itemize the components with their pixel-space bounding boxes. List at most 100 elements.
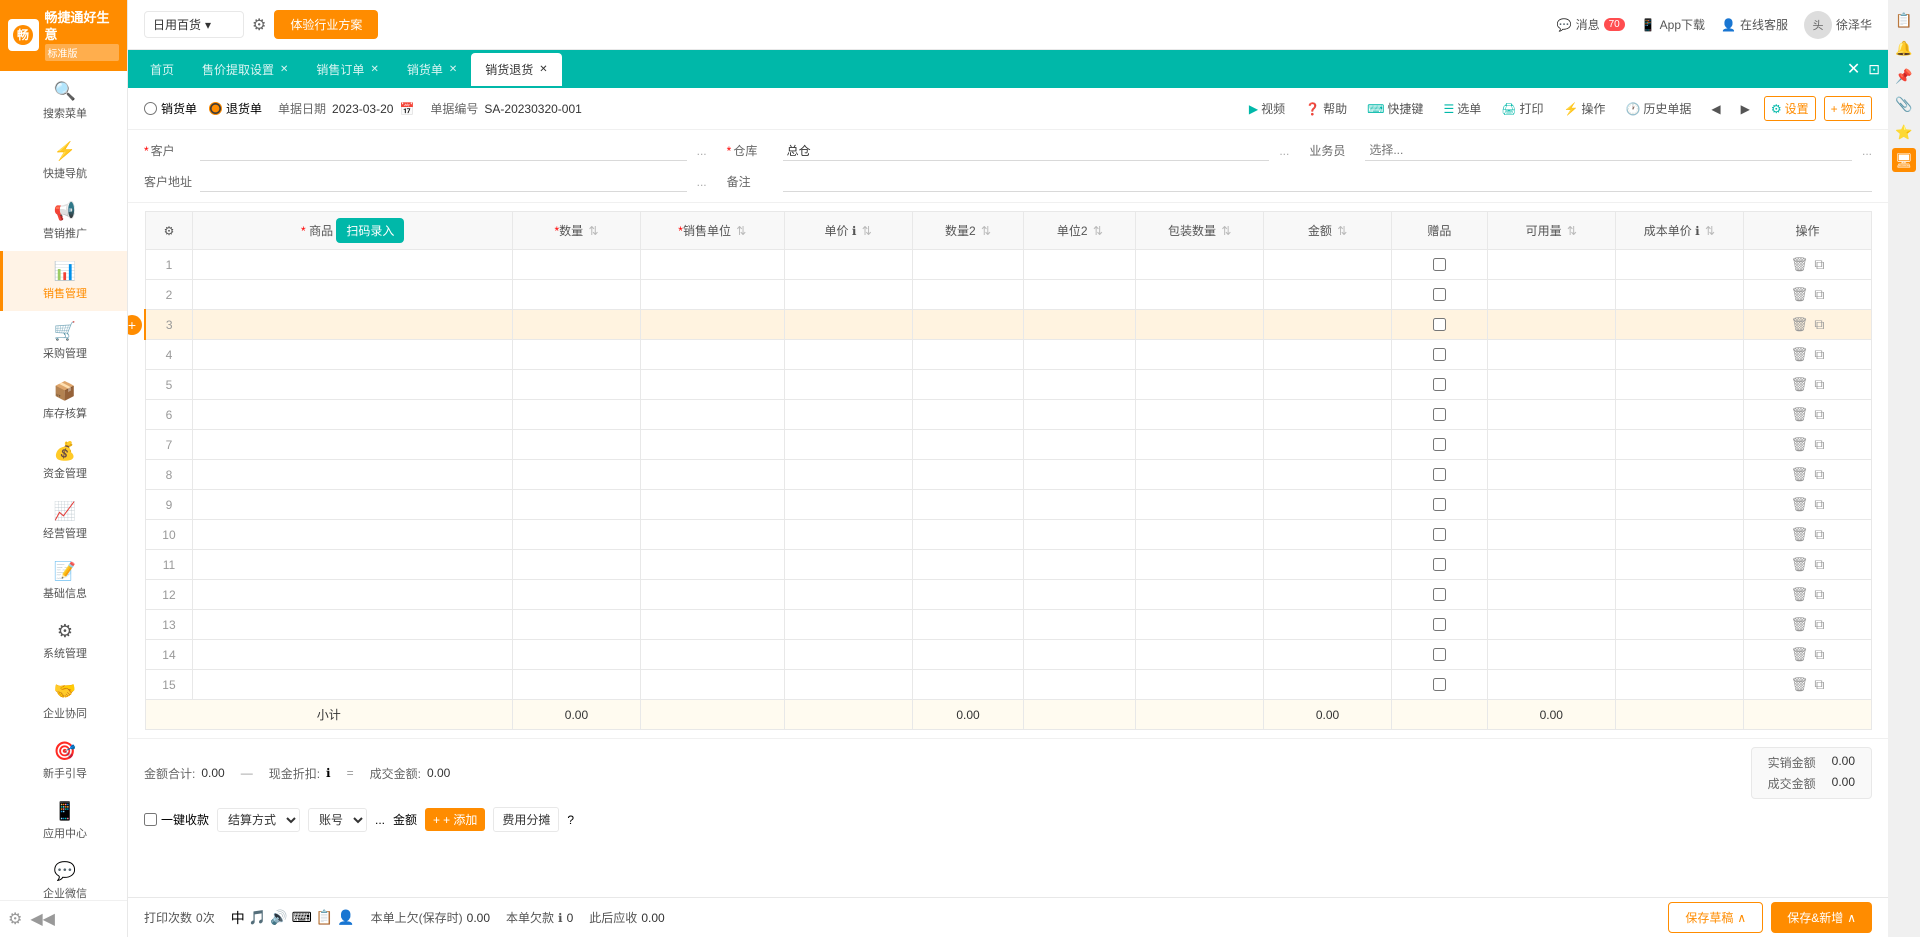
sidebar-item-inventory[interactable]: 📦 库存核算 bbox=[0, 371, 127, 431]
quantity2-cell-3[interactable] bbox=[912, 310, 1024, 340]
amount-cell-15[interactable] bbox=[1264, 670, 1392, 700]
amount-cell-7[interactable] bbox=[1264, 430, 1392, 460]
pack-qty-cell-7[interactable] bbox=[1136, 430, 1264, 460]
delete-row-icon-7[interactable]: 🗑 bbox=[1791, 436, 1809, 453]
sale-unit-cell-8[interactable] bbox=[640, 460, 784, 490]
copy-row-icon-13[interactable]: ⧉ bbox=[1814, 616, 1824, 633]
help-btn[interactable]: ❓ 帮助 bbox=[1299, 97, 1353, 120]
goods-cell-6[interactable] bbox=[193, 400, 513, 430]
right-panel-icon-2[interactable]: 🔔 bbox=[1892, 36, 1916, 60]
unit-price-cell-1[interactable] bbox=[784, 250, 912, 280]
unit2-cell-15[interactable] bbox=[1024, 670, 1136, 700]
gift-cell-2[interactable] bbox=[1391, 280, 1487, 310]
copy-row-icon-6[interactable]: ⧉ bbox=[1814, 406, 1824, 423]
unit2-cell-11[interactable] bbox=[1024, 550, 1136, 580]
quantity2-cell-13[interactable] bbox=[912, 610, 1024, 640]
available-cell-9[interactable] bbox=[1487, 490, 1615, 520]
quantity-sort-icon[interactable]: ⇅ bbox=[588, 224, 598, 238]
gift-cell-10[interactable] bbox=[1391, 520, 1487, 550]
pack-qty-cell-13[interactable] bbox=[1136, 610, 1264, 640]
gift-checkbox-1[interactable] bbox=[1433, 258, 1446, 271]
taskbar-icon-2[interactable]: 🎵 bbox=[249, 909, 266, 926]
scan-barcode-button[interactable]: 扫码录入 bbox=[336, 218, 404, 243]
delete-row-icon-15[interactable]: 🗑 bbox=[1791, 676, 1809, 693]
quantity2-cell-11[interactable] bbox=[912, 550, 1024, 580]
copy-row-icon-10[interactable]: ⧉ bbox=[1814, 526, 1824, 543]
quantity2-cell-8[interactable] bbox=[912, 460, 1024, 490]
sidebar-item-basic[interactable]: 📝 基础信息 bbox=[0, 551, 127, 611]
warehouse-input[interactable] bbox=[783, 140, 1270, 161]
gift-checkbox-10[interactable] bbox=[1433, 528, 1446, 541]
user-profile-item[interactable]: 头 徐泽华 bbox=[1804, 11, 1872, 39]
copy-row-icon-9[interactable]: ⧉ bbox=[1814, 496, 1824, 513]
gift-checkbox-14[interactable] bbox=[1433, 648, 1446, 661]
pack-qty-cell-10[interactable] bbox=[1136, 520, 1264, 550]
gift-checkbox-4[interactable] bbox=[1433, 348, 1446, 361]
quantity2-cell-9[interactable] bbox=[912, 490, 1024, 520]
unit-price-cell-2[interactable] bbox=[784, 280, 912, 310]
tab-price-settings[interactable]: 售价提取设置 ✕ bbox=[188, 53, 302, 86]
addr-ellipsis[interactable]: ... bbox=[697, 175, 707, 189]
amount-cell-6[interactable] bbox=[1264, 400, 1392, 430]
sale-unit-cell-4[interactable] bbox=[640, 340, 784, 370]
col-settings[interactable]: ⚙ bbox=[145, 212, 193, 250]
gift-cell-8[interactable] bbox=[1391, 460, 1487, 490]
amount-cell-10[interactable] bbox=[1264, 520, 1392, 550]
sidebar-item-system[interactable]: ⚙ 系统管理 bbox=[0, 611, 127, 671]
delete-row-icon-1[interactable]: 🗑 bbox=[1791, 256, 1809, 273]
unit-price-cell-6[interactable] bbox=[784, 400, 912, 430]
unit2-cell-9[interactable] bbox=[1024, 490, 1136, 520]
app-download-item[interactable]: 📱 App下载 bbox=[1641, 16, 1705, 33]
unit-price-cell-10[interactable] bbox=[784, 520, 912, 550]
available-cell-1[interactable] bbox=[1487, 250, 1615, 280]
unit2-cell-1[interactable] bbox=[1024, 250, 1136, 280]
delete-row-icon-4[interactable]: 🗑 bbox=[1791, 346, 1809, 363]
gift-cell-3[interactable] bbox=[1391, 310, 1487, 340]
unit2-cell-4[interactable] bbox=[1024, 340, 1136, 370]
quantity-cell-14[interactable] bbox=[513, 640, 641, 670]
copy-row-icon-1[interactable]: ⧉ bbox=[1814, 256, 1824, 273]
goods-input-3[interactable] bbox=[197, 318, 508, 332]
quantity2-cell-10[interactable] bbox=[912, 520, 1024, 550]
gift-cell-9[interactable] bbox=[1391, 490, 1487, 520]
calc-method-select[interactable]: 结算方式 bbox=[217, 808, 300, 832]
available-cell-12[interactable] bbox=[1487, 580, 1615, 610]
amount-cell-1[interactable] bbox=[1264, 250, 1392, 280]
sidebar-item-wechat[interactable]: 💬 企业微信 bbox=[0, 851, 127, 900]
pack-qty-cell-14[interactable] bbox=[1136, 640, 1264, 670]
quantity-cell-4[interactable] bbox=[513, 340, 641, 370]
quantity-cell-11[interactable] bbox=[513, 550, 641, 580]
logistics-btn[interactable]: + 物流 bbox=[1824, 96, 1872, 121]
amount-cell-12[interactable] bbox=[1264, 580, 1392, 610]
tab-close-icon[interactable]: ✕ bbox=[370, 64, 378, 75]
unit2-cell-6[interactable] bbox=[1024, 400, 1136, 430]
amount-sort-icon[interactable]: ⇅ bbox=[1337, 224, 1347, 238]
sidebar-item-enterprise[interactable]: 🤝 企业协同 bbox=[0, 671, 127, 731]
copy-row-icon-4[interactable]: ⧉ bbox=[1814, 346, 1824, 363]
gift-checkbox-6[interactable] bbox=[1433, 408, 1446, 421]
gift-checkbox-12[interactable] bbox=[1433, 588, 1446, 601]
unit-price-cell-9[interactable] bbox=[784, 490, 912, 520]
available-cell-14[interactable] bbox=[1487, 640, 1615, 670]
quantity-cell-7[interactable] bbox=[513, 430, 641, 460]
select-btn[interactable]: ☰ 选单 bbox=[1437, 97, 1487, 120]
delete-row-icon-10[interactable]: 🗑 bbox=[1791, 526, 1809, 543]
gift-cell-14[interactable] bbox=[1391, 640, 1487, 670]
history-btn[interactable]: 🕐 历史单据 bbox=[1619, 97, 1697, 120]
copy-row-icon-8[interactable]: ⧉ bbox=[1814, 466, 1824, 483]
gift-cell-12[interactable] bbox=[1391, 580, 1487, 610]
amount-cell-8[interactable] bbox=[1264, 460, 1392, 490]
amount-cell-11[interactable] bbox=[1264, 550, 1392, 580]
unit-price-cell-3[interactable] bbox=[784, 310, 912, 340]
right-panel-icon-5[interactable]: ⭐ bbox=[1892, 120, 1916, 144]
available-sort-icon[interactable]: ⇅ bbox=[1567, 224, 1577, 238]
radio-sales-delivery[interactable]: 销货单 bbox=[144, 100, 197, 117]
copy-row-icon-3[interactable]: ⧉ bbox=[1814, 316, 1824, 333]
quantity2-cell-5[interactable] bbox=[912, 370, 1024, 400]
fee-split-button[interactable]: 费用分摊 bbox=[493, 807, 559, 832]
right-panel-icon-6[interactable]: 🖥 bbox=[1892, 148, 1916, 172]
gift-checkbox-2[interactable] bbox=[1433, 288, 1446, 301]
pack-qty-cell-2[interactable] bbox=[1136, 280, 1264, 310]
amount-cell-13[interactable] bbox=[1264, 610, 1392, 640]
unit2-cell-7[interactable] bbox=[1024, 430, 1136, 460]
